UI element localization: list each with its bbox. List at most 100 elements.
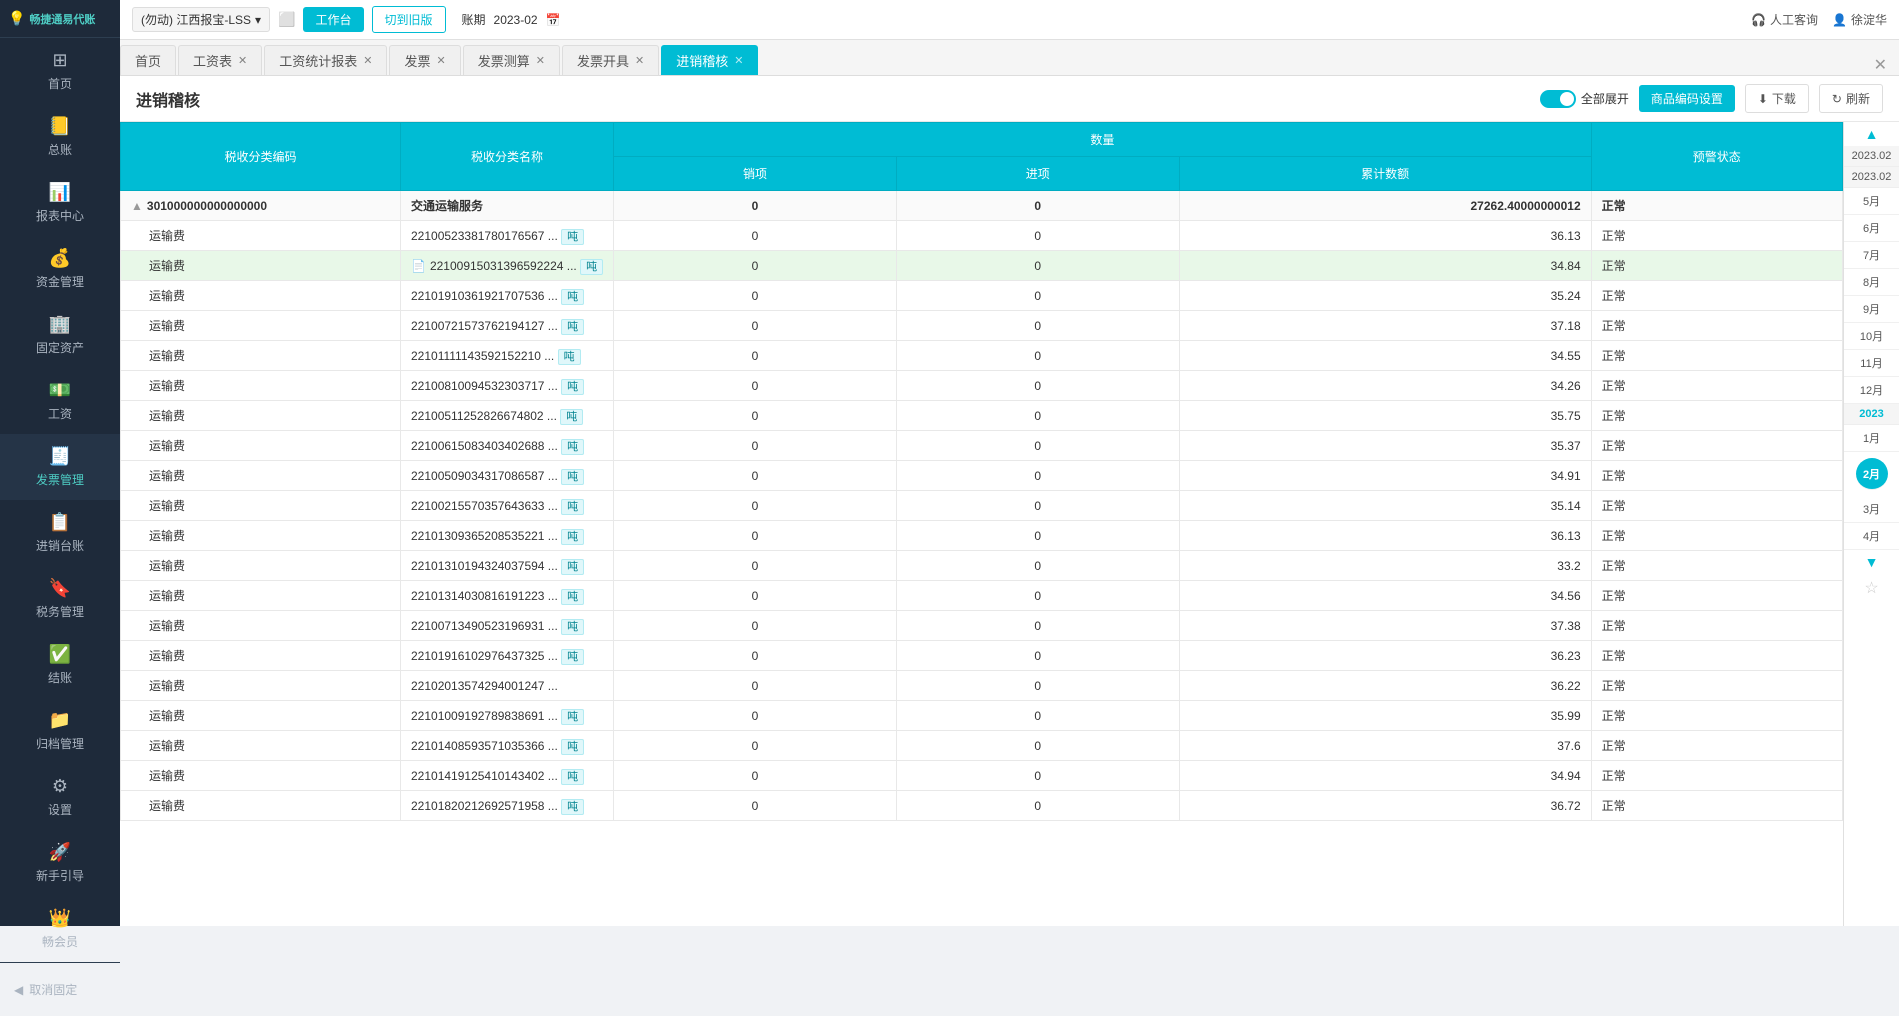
- td-sale: 0: [614, 581, 897, 611]
- close-icon[interactable]: ✕: [734, 54, 743, 67]
- close-icon[interactable]: ✕: [635, 54, 644, 67]
- workspace-btn[interactable]: 工作台: [303, 7, 363, 32]
- unpin-sidebar-btn[interactable]: ◀ 取消固定: [0, 973, 120, 1006]
- table-row[interactable]: 运输费22100810094532303717 ... 吨0034.26正常: [121, 371, 1843, 401]
- download-btn[interactable]: ⬇ 下载: [1745, 84, 1809, 113]
- tab-inout-check[interactable]: 进销稽核 ✕: [661, 45, 758, 75]
- service-btn[interactable]: 🎧 人工客询: [1751, 11, 1818, 28]
- switch-version-btn[interactable]: 切到旧版: [372, 6, 446, 33]
- close-icon[interactable]: ✕: [363, 54, 372, 67]
- table-row[interactable]: 运输费22100509034317086587 ... 吨0034.91正常: [121, 461, 1843, 491]
- cal-month-10[interactable]: 10月: [1844, 323, 1899, 350]
- expand-icon[interactable]: ▲: [131, 199, 143, 213]
- td-sale: 0: [614, 221, 897, 251]
- table-row[interactable]: ▲301000000000000000交通运输服务0027262.4000000…: [121, 191, 1843, 221]
- td-purchase: 0: [896, 251, 1179, 281]
- sidebar-item-invoice-mgmt[interactable]: 🧾 发票管理: [0, 434, 120, 500]
- sidebar-item-guide[interactable]: 🚀 新手引导: [0, 830, 120, 896]
- refresh-btn[interactable]: ↻ 刷新: [1819, 84, 1883, 113]
- cal-month-2[interactable]: 2月: [1856, 458, 1888, 490]
- sidebar-item-sales-desk[interactable]: 📋 进销台账: [0, 500, 120, 566]
- cal-month-7[interactable]: 7月: [1844, 242, 1899, 269]
- invoice-no-value: 22101820212692571958 ...: [411, 799, 558, 813]
- cal-month-9[interactable]: 9月: [1844, 296, 1899, 323]
- table-row[interactable]: 运输费22101419125410143402 ... 吨0034.94正常: [121, 761, 1843, 791]
- table-row[interactable]: 运输费22101910361921707536 ... 吨0035.24正常: [121, 281, 1843, 311]
- settings-btn[interactable]: 商品编码设置: [1639, 85, 1735, 112]
- copy-icon[interactable]: ⬜: [278, 11, 295, 28]
- table-row[interactable]: 运输费📄22100915031396592224 ... 吨0034.84正常: [121, 251, 1843, 281]
- td-code: 运输费: [121, 611, 401, 641]
- sidebar-item-assets[interactable]: 🏢 固定资产: [0, 302, 120, 368]
- table-row[interactable]: 运输费22101408593571035366 ... 吨0037.6正常: [121, 731, 1843, 761]
- sidebar-item-settings[interactable]: ⚙ 设置: [0, 764, 120, 830]
- sidebar-item-ledger[interactable]: 📒 总账: [0, 104, 120, 170]
- cal-month-5[interactable]: 5月: [1844, 188, 1899, 215]
- td-invoice-no: 22102013574294001247 ...: [401, 671, 614, 701]
- table-row[interactable]: 运输费22101314030816191223 ... 吨0034.56正常: [121, 581, 1843, 611]
- table-row[interactable]: 运输费22101916102976437325 ... 吨0036.23正常: [121, 641, 1843, 671]
- td-cumulative: 34.26: [1179, 371, 1591, 401]
- table-row[interactable]: 运输费22100215570357643633 ... 吨0035.14正常: [121, 491, 1843, 521]
- td-invoice-no: 22100509034317086587 ... 吨: [401, 461, 614, 491]
- chevron-down-icon: ▾: [255, 13, 261, 27]
- period-value: 2023-02: [494, 13, 538, 27]
- sidebar-item-reports[interactable]: 📊 报表中心: [0, 170, 120, 236]
- cal-month-8[interactable]: 8月: [1844, 269, 1899, 296]
- scroll-down-btn[interactable]: ▼: [1844, 550, 1899, 574]
- cal-year-2023: 2023: [1844, 404, 1899, 425]
- download-label: 下载: [1772, 90, 1796, 107]
- unit-tag: 吨: [561, 709, 584, 725]
- settlement-icon: ✅: [49, 644, 71, 665]
- td-code: 运输费: [121, 551, 401, 581]
- table-row[interactable]: 运输费22100523381780176567 ... 吨0036.13正常: [121, 221, 1843, 251]
- sidebar-item-archive[interactable]: 📁 归档管理: [0, 698, 120, 764]
- cal-month-3[interactable]: 3月: [1844, 496, 1899, 523]
- close-icon[interactable]: ✕: [536, 54, 545, 67]
- tab-home[interactable]: 首页: [120, 45, 176, 75]
- sidebar-item-payroll[interactable]: 💵 工资: [0, 368, 120, 434]
- tab-invoice-calc[interactable]: 发票测算 ✕: [463, 45, 560, 75]
- table-row[interactable]: 运输费22101009192789838691 ... 吨0035.99正常: [121, 701, 1843, 731]
- cal-month-11[interactable]: 11月: [1844, 350, 1899, 377]
- close-icon[interactable]: ✕: [437, 54, 446, 67]
- table-row[interactable]: 运输费22102013574294001247 ...0036.22正常: [121, 671, 1843, 701]
- calendar-icon[interactable]: 📅: [546, 13, 561, 27]
- cal-month-4[interactable]: 4月: [1844, 523, 1899, 550]
- tab-payroll-stats[interactable]: 工资统计报表 ✕: [264, 45, 387, 75]
- table-row[interactable]: 运输费22100713490523196931 ... 吨0037.38正常: [121, 611, 1843, 641]
- user-menu[interactable]: 👤 徐淀华: [1832, 11, 1887, 28]
- td-status: 正常: [1591, 611, 1842, 641]
- company-selector[interactable]: (勿动) 江西报宝-LSS ▾: [132, 7, 270, 32]
- sidebar-item-tax-mgmt[interactable]: 🔖 税务管理: [0, 566, 120, 632]
- table-row[interactable]: 运输费22101310194324037594 ... 吨0033.2正常: [121, 551, 1843, 581]
- td-purchase: 0: [896, 581, 1179, 611]
- td-name: 交通运输服务: [401, 191, 614, 221]
- tab-invoice[interactable]: 发票 ✕: [389, 45, 460, 75]
- td-purchase: 0: [896, 281, 1179, 311]
- sidebar-item-membership[interactable]: 👑 畅会员: [0, 896, 120, 962]
- expand-toggle[interactable]: [1540, 90, 1576, 108]
- tab-invoice-open[interactable]: 发票开具 ✕: [562, 45, 659, 75]
- table-row[interactable]: 运输费22101820212692571958 ... 吨0036.72正常: [121, 791, 1843, 821]
- td-cumulative: 36.23: [1179, 641, 1591, 671]
- cal-month-6[interactable]: 6月: [1844, 215, 1899, 242]
- table-row[interactable]: 运输费22101309365208535221 ... 吨0036.13正常: [121, 521, 1843, 551]
- td-invoice-no: 22101419125410143402 ... 吨: [401, 761, 614, 791]
- sidebar-item-capital[interactable]: 💰 资金管理: [0, 236, 120, 302]
- table-row[interactable]: 运输费22100615083403402688 ... 吨0035.37正常: [121, 431, 1843, 461]
- unit-tag: 吨: [561, 319, 584, 335]
- cal-month-1[interactable]: 1月: [1844, 425, 1899, 452]
- table-row[interactable]: 运输费22100721573762194127 ... 吨0037.18正常: [121, 311, 1843, 341]
- archive-icon: 📁: [49, 710, 71, 731]
- cal-month-12[interactable]: 12月: [1844, 377, 1899, 404]
- tab-payroll[interactable]: 工资表 ✕: [178, 45, 262, 75]
- close-all-icon[interactable]: ✕: [1874, 55, 1887, 75]
- scroll-up-btn[interactable]: ▲: [1844, 122, 1899, 146]
- td-status: 正常: [1591, 491, 1842, 521]
- sidebar-item-home[interactable]: ⊞ 首页: [0, 38, 120, 104]
- close-icon[interactable]: ✕: [238, 54, 247, 67]
- table-row[interactable]: 运输费22100511252826674802 ... 吨0035.75正常: [121, 401, 1843, 431]
- sidebar-item-settlement[interactable]: ✅ 结账: [0, 632, 120, 698]
- table-row[interactable]: 运输费22101111143592152210 ... 吨0034.55正常: [121, 341, 1843, 371]
